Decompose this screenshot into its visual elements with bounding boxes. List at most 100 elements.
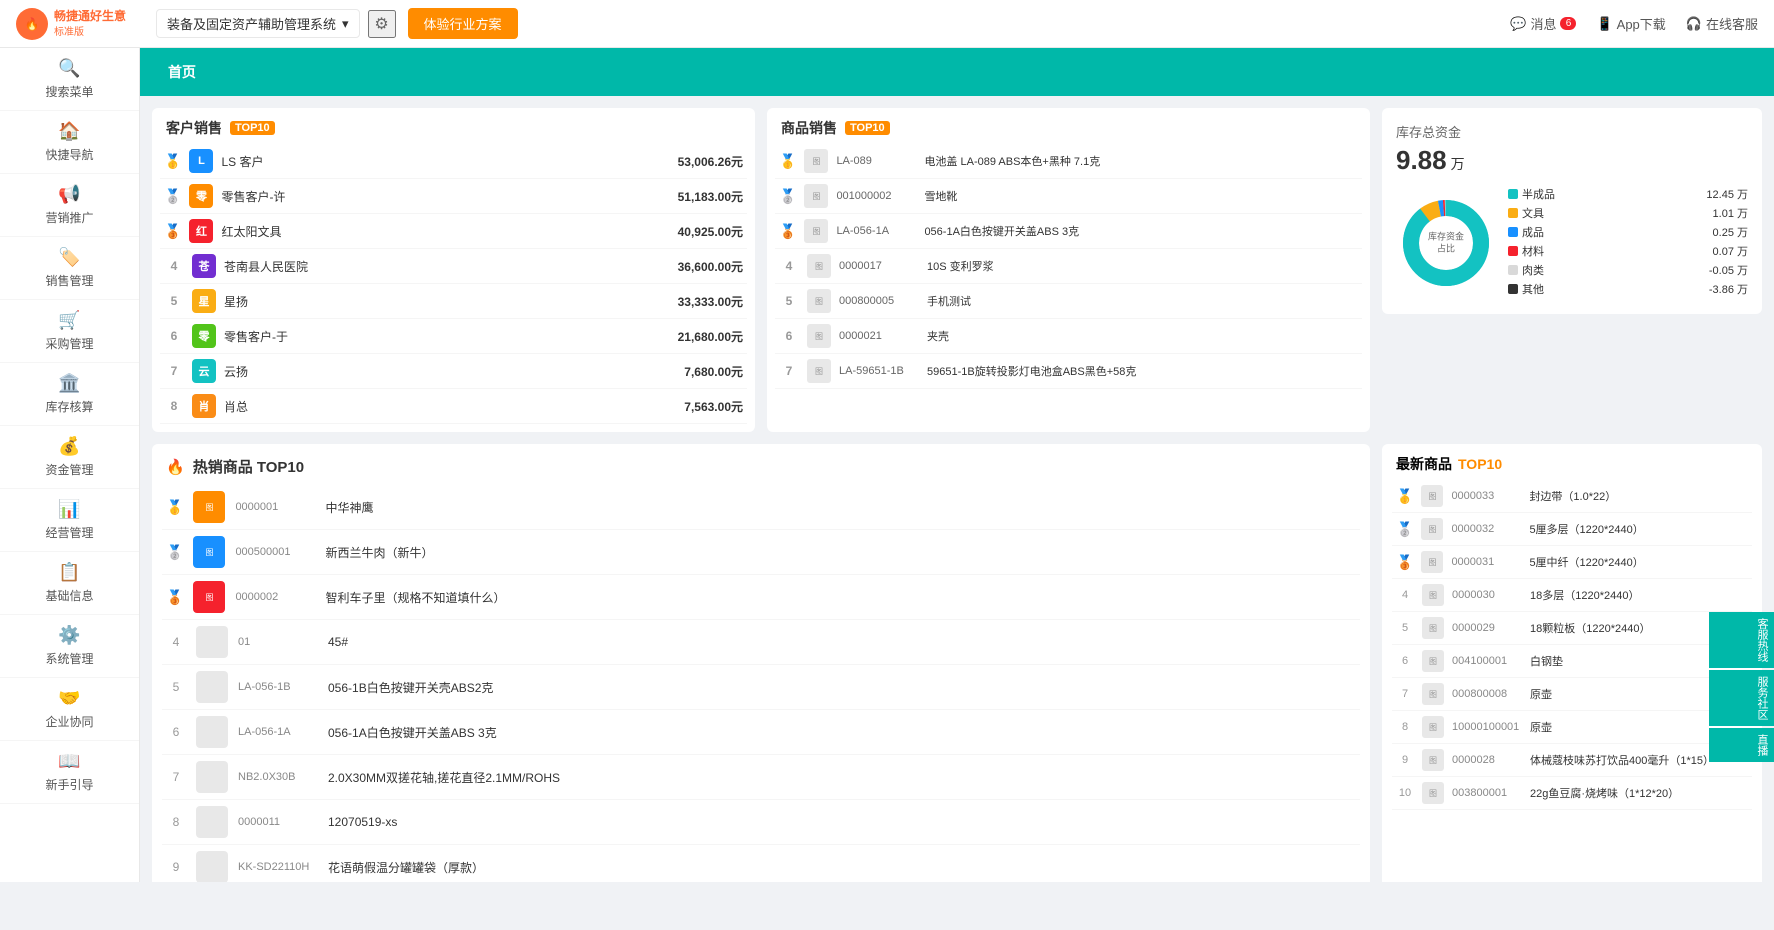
legend-label: 材料 xyxy=(1522,243,1709,259)
hot-product-thumb xyxy=(196,806,228,838)
hot-product-thumb xyxy=(196,716,228,748)
sidebar-label-operations: 经营管理 xyxy=(45,524,93,541)
sidebar-label-quick-nav: 快捷导航 xyxy=(45,146,93,163)
legend-dot xyxy=(1508,246,1518,256)
sidebar-item-enterprise[interactable]: 🤝 企业协同 xyxy=(0,678,139,741)
new-product-thumb: 图 xyxy=(1422,683,1444,705)
customer-name: 肖总 xyxy=(224,398,676,415)
float-cs-hotline[interactable]: 客服热线 xyxy=(1709,612,1774,668)
customer-avatar: L xyxy=(189,149,213,173)
product-rank-card: 商品销售 TOP10 🥇 图 LA-089 电池盖 LA-089 ABS本色+黑… xyxy=(767,108,1370,432)
hot-product-name: 花语萌假温分罐罐袋（厚款） xyxy=(328,859,1356,876)
customer-rank-badge: TOP10 xyxy=(230,121,275,135)
new-product-item: 10 图 003800001 22g鱼豆腐·烧烤味（1*12*20） xyxy=(1392,777,1752,810)
inventory-value: 9.88 xyxy=(1396,145,1447,176)
inventory-icon: 🏛️ xyxy=(58,373,80,394)
customer-name: 红太阳文具 xyxy=(221,223,669,240)
operations-icon: 📊 xyxy=(58,499,80,520)
bronze-medal-icon: 🥉 xyxy=(779,223,796,240)
online-service-label: 在线客服 xyxy=(1706,14,1758,33)
sidebar-item-sales[interactable]: 🏷️ 销售管理 xyxy=(0,237,139,300)
app-download-button[interactable]: 📱 App下载 xyxy=(1596,14,1665,33)
sidebar-label-marketing: 营销推广 xyxy=(45,209,93,226)
new-product-code: 0000030 xyxy=(1452,589,1522,601)
system-selector[interactable]: 装备及固定资产辅助管理系统 ▾ xyxy=(156,9,360,38)
sidebar-item-guide[interactable]: 📖 新手引导 xyxy=(0,741,139,804)
customer-avatar: 苍 xyxy=(192,254,216,278)
headset-icon: 🎧 xyxy=(1686,16,1702,32)
page-header: 首页 xyxy=(140,48,1774,96)
hot-product-thumb: 图 xyxy=(193,536,225,568)
gear-button[interactable]: ⚙ xyxy=(368,10,396,38)
chevron-down-icon: ▾ xyxy=(342,16,349,32)
customer-rank-item: 6 零 零售客户-于 21,680.00元 xyxy=(160,319,747,354)
trial-button[interactable]: 体验行业方案 xyxy=(408,8,518,39)
messages-label: 消息 xyxy=(1530,14,1556,33)
new-product-item: 9 图 0000028 体械蔻枝味苏打饮品400毫升（1*15） xyxy=(1392,744,1752,777)
legend-label: 成品 xyxy=(1522,224,1709,240)
sidebar-item-marketing[interactable]: 📢 营销推广 xyxy=(0,174,139,237)
sidebar-item-search[interactable]: 🔍 搜索菜单 xyxy=(0,48,139,111)
new-product-thumb: 图 xyxy=(1421,551,1443,573)
rank-number: 4 xyxy=(166,635,186,649)
sidebar-label-inventory: 库存核算 xyxy=(45,398,93,415)
product-thumb: 图 xyxy=(804,219,828,243)
bronze-medal-icon: 🥉 xyxy=(1396,554,1413,571)
new-products-list: 🥇 图 0000033 封边带（1.0*22） 🥈 图 0000032 5厘多层… xyxy=(1382,480,1762,820)
top-content-grid: 客户销售 TOP10 🥇 L LS 客户 53,006.26元 🥈 零 零售客户… xyxy=(140,96,1774,444)
sidebar-item-basic-info[interactable]: 📋 基础信息 xyxy=(0,552,139,615)
rank-number: 9 xyxy=(166,860,186,874)
online-service-button[interactable]: 🎧 在线客服 xyxy=(1686,14,1758,33)
home-icon: 🏠 xyxy=(58,121,80,142)
new-product-thumb: 图 xyxy=(1421,518,1443,540)
new-product-thumb: 图 xyxy=(1422,617,1444,639)
silver-medal-icon: 🥈 xyxy=(166,544,183,561)
sidebar-item-purchase[interactable]: 🛒 采购管理 xyxy=(0,300,139,363)
topbar: 🔥 畅捷通好生意 标准版 装备及固定资产辅助管理系统 ▾ ⚙ 体验行业方案 💬 … xyxy=(0,0,1774,48)
product-code: 000800005 xyxy=(839,295,919,307)
app-download-label: App下载 xyxy=(1617,14,1666,33)
sidebar-item-inventory[interactable]: 🏛️ 库存核算 xyxy=(0,363,139,426)
product-thumb: 图 xyxy=(807,324,831,348)
hot-products-card: 🔥 热销商品 TOP10 🥇 图 0000001 中华神鹰 🥈 图 000500… xyxy=(152,444,1370,882)
sidebar-label-guide: 新手引导 xyxy=(45,776,93,793)
new-product-item: 4 图 0000030 18多层（1220*2440） xyxy=(1392,579,1752,612)
purchase-icon: 🛒 xyxy=(58,310,80,331)
product-rank-item: 🥇 图 LA-089 电池盖 LA-089 ABS本色+黑种 7.1克 xyxy=(775,144,1362,179)
sidebar-item-system[interactable]: ⚙️ 系统管理 xyxy=(0,615,139,678)
rank-number: 4 xyxy=(1396,589,1414,601)
customer-avatar: 零 xyxy=(189,184,213,208)
product-name: 夹壳 xyxy=(927,328,1358,344)
product-name: 电池盖 LA-089 ABS本色+黑种 7.1克 xyxy=(924,153,1358,169)
logo-text: 畅捷通好生意 xyxy=(54,9,126,23)
sidebar-item-finance[interactable]: 💰 资金管理 xyxy=(0,426,139,489)
product-rank-item: 5 图 000800005 手机测试 xyxy=(775,284,1362,319)
customer-value: 21,680.00元 xyxy=(678,328,743,345)
hot-product-item: 🥉 图 0000002 智利车子里（规格不知道填什么） xyxy=(162,575,1360,620)
customer-value: 7,680.00元 xyxy=(684,363,743,380)
customer-rank-item: 🥇 L LS 客户 53,006.26元 xyxy=(160,144,747,179)
customer-avatar: 肖 xyxy=(192,394,216,418)
float-cs-live[interactable]: 直播 xyxy=(1709,728,1774,762)
hot-product-code: NB2.0X30B xyxy=(238,771,318,783)
logo-sub: 标准版 xyxy=(54,23,126,38)
legend-dot xyxy=(1508,265,1518,275)
sidebar-item-quick-nav[interactable]: 🏠 快捷导航 xyxy=(0,111,139,174)
legend-label: 其他 xyxy=(1522,281,1705,297)
hot-product-item: 8 0000011 12070519-xs xyxy=(162,800,1360,845)
messages-button[interactable]: 💬 消息 6 xyxy=(1510,14,1576,33)
page-tab-home[interactable]: 首页 xyxy=(160,58,204,86)
hot-product-thumb xyxy=(196,851,228,882)
new-product-code: 0000031 xyxy=(1451,556,1521,568)
sidebar-item-operations[interactable]: 📊 经营管理 xyxy=(0,489,139,552)
rank-number: 6 xyxy=(779,329,799,343)
donut-center-label: 库存资金占比 xyxy=(1428,231,1464,254)
new-product-item: 7 图 000800008 原壶 xyxy=(1392,678,1752,711)
mobile-icon: 📱 xyxy=(1596,16,1612,32)
legend-dot xyxy=(1508,284,1518,294)
customer-rank-list: 🥇 L LS 客户 53,006.26元 🥈 零 零售客户-许 51,183.0… xyxy=(152,144,755,432)
new-products-badge: TOP10 xyxy=(1458,456,1502,472)
system-icon: ⚙️ xyxy=(58,625,80,646)
float-cs-community[interactable]: 服务社区 xyxy=(1709,670,1774,726)
inventory-value-row: 9.88 万 xyxy=(1396,145,1748,176)
